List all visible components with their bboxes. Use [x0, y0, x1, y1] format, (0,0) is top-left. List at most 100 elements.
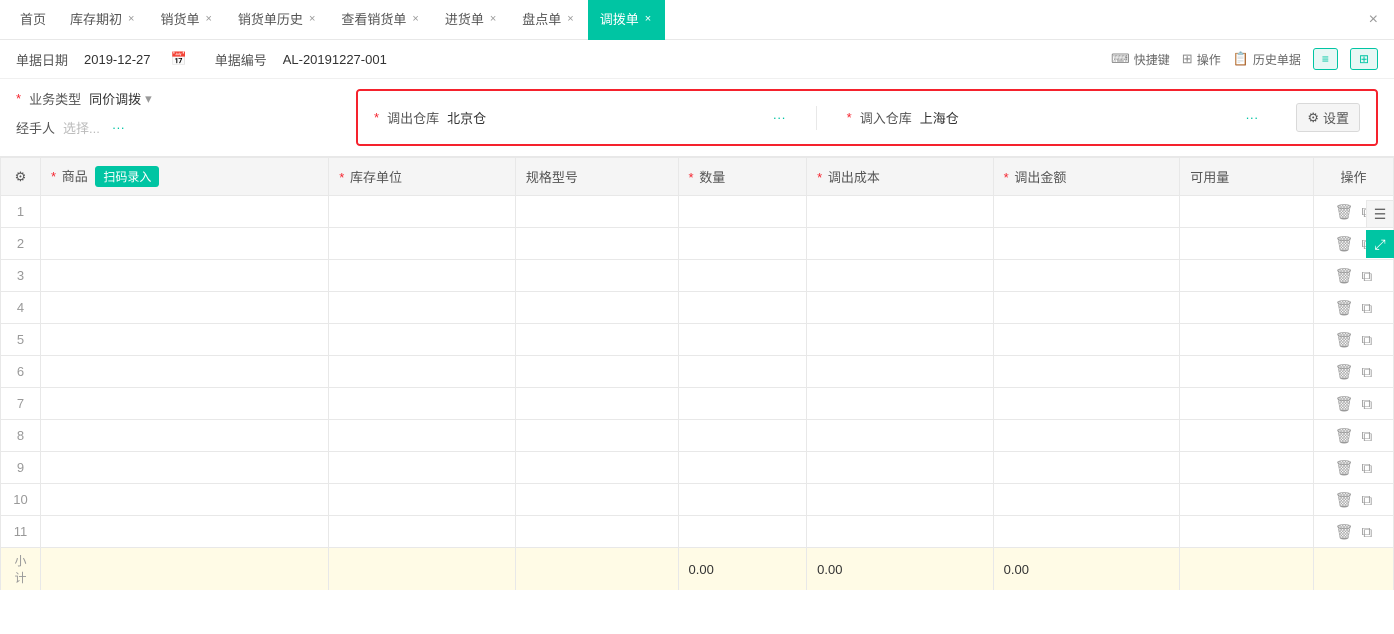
float-list-button[interactable]: ☰	[1366, 200, 1394, 228]
row-quantity-4[interactable]	[678, 292, 807, 324]
copy-icon-row-8[interactable]: ⧉	[1361, 428, 1372, 445]
row-unit-4[interactable]	[329, 292, 516, 324]
delete-icon-row-3[interactable]: 🗑	[1335, 268, 1354, 285]
row-spec-7[interactable]	[515, 388, 678, 420]
row-spec-8[interactable]	[515, 420, 678, 452]
row-available-3[interactable]	[1180, 260, 1314, 292]
tab-transfer-close[interactable]: ×	[643, 13, 653, 25]
delete-icon-row-7[interactable]: 🗑	[1335, 396, 1354, 413]
handler-more-button[interactable]: ···	[112, 120, 125, 135]
row-product-2[interactable]	[41, 228, 329, 260]
row-amount-9[interactable]	[993, 452, 1180, 484]
shortcut-button[interactable]: ⌨ 快捷键	[1111, 51, 1170, 68]
row-unit-3[interactable]	[329, 260, 516, 292]
tab-inventory-init-close[interactable]: ×	[126, 13, 136, 25]
row-product-5[interactable]	[41, 324, 329, 356]
delete-icon-row-5[interactable]: 🗑	[1335, 332, 1354, 349]
row-available-8[interactable]	[1180, 420, 1314, 452]
row-product-10[interactable]	[41, 484, 329, 516]
row-amount-11[interactable]	[993, 516, 1180, 548]
tab-transfer[interactable]: 调拨单 ×	[588, 0, 665, 40]
tab-view-sales-close[interactable]: ×	[410, 13, 420, 25]
row-amount-3[interactable]	[993, 260, 1180, 292]
row-unit-10[interactable]	[329, 484, 516, 516]
copy-icon-row-11[interactable]: ⧉	[1361, 524, 1372, 541]
row-available-11[interactable]	[1180, 516, 1314, 548]
row-product-4[interactable]	[41, 292, 329, 324]
row-cost-7[interactable]	[807, 388, 994, 420]
tab-sales-order[interactable]: 销货单 ×	[148, 0, 225, 40]
row-cost-1[interactable]	[807, 196, 994, 228]
row-product-6[interactable]	[41, 356, 329, 388]
copy-icon-row-4[interactable]: ⧉	[1361, 300, 1372, 317]
delete-icon-row-8[interactable]: 🗑	[1335, 428, 1354, 445]
row-amount-10[interactable]	[993, 484, 1180, 516]
row-cost-2[interactable]	[807, 228, 994, 260]
warehouse-out-more-button[interactable]: ···	[773, 110, 786, 125]
delete-icon-row-6[interactable]: 🗑	[1335, 364, 1354, 381]
row-unit-8[interactable]	[329, 420, 516, 452]
row-spec-2[interactable]	[515, 228, 678, 260]
layout-grid-button[interactable]: ⊞	[1350, 48, 1378, 70]
tab-sales-order-close[interactable]: ×	[203, 13, 213, 25]
row-available-7[interactable]	[1180, 388, 1314, 420]
delete-icon-row-10[interactable]: 🗑	[1335, 492, 1354, 509]
col-header-gear[interactable]: ⚙	[1, 158, 41, 196]
row-product-8[interactable]	[41, 420, 329, 452]
row-spec-9[interactable]	[515, 452, 678, 484]
row-spec-11[interactable]	[515, 516, 678, 548]
calendar-icon[interactable]: 📅	[171, 51, 187, 67]
copy-icon-row-3[interactable]: ⧉	[1361, 268, 1372, 285]
row-quantity-5[interactable]	[678, 324, 807, 356]
row-available-4[interactable]	[1180, 292, 1314, 324]
operations-button[interactable]: ⊞ 操作	[1182, 51, 1221, 68]
row-cost-4[interactable]	[807, 292, 994, 324]
row-cost-11[interactable]	[807, 516, 994, 548]
copy-icon-row-7[interactable]: ⧉	[1361, 396, 1372, 413]
delete-icon-row-2[interactable]: 🗑	[1335, 236, 1354, 253]
tab-purchase-order[interactable]: 进货单 ×	[433, 0, 510, 40]
row-unit-5[interactable]	[329, 324, 516, 356]
copy-icon-row-6[interactable]: ⧉	[1361, 364, 1372, 381]
handler-input[interactable]: 选择...	[63, 118, 100, 137]
row-cost-3[interactable]	[807, 260, 994, 292]
row-cost-8[interactable]	[807, 420, 994, 452]
row-spec-3[interactable]	[515, 260, 678, 292]
row-product-3[interactable]	[41, 260, 329, 292]
row-unit-11[interactable]	[329, 516, 516, 548]
row-available-9[interactable]	[1180, 452, 1314, 484]
row-unit-2[interactable]	[329, 228, 516, 260]
warehouse-in-value[interactable]: 上海仓	[920, 108, 959, 127]
tab-stocktake[interactable]: 盘点单 ×	[510, 0, 587, 40]
layout-list-button[interactable]: ≡	[1313, 48, 1338, 70]
row-spec-4[interactable]	[515, 292, 678, 324]
row-product-7[interactable]	[41, 388, 329, 420]
row-quantity-7[interactable]	[678, 388, 807, 420]
row-product-1[interactable]	[41, 196, 329, 228]
tab-view-sales[interactable]: 查看销货单 ×	[329, 0, 432, 40]
row-available-5[interactable]	[1180, 324, 1314, 356]
delete-icon-row-4[interactable]: 🗑	[1335, 300, 1354, 317]
row-spec-6[interactable]	[515, 356, 678, 388]
row-cost-6[interactable]	[807, 356, 994, 388]
delete-icon-row-11[interactable]: 🗑	[1335, 524, 1354, 541]
copy-icon-row-5[interactable]: ⧉	[1361, 332, 1372, 349]
row-unit-6[interactable]	[329, 356, 516, 388]
copy-icon-row-10[interactable]: ⧉	[1361, 492, 1372, 509]
row-unit-1[interactable]	[329, 196, 516, 228]
row-available-6[interactable]	[1180, 356, 1314, 388]
row-quantity-10[interactable]	[678, 484, 807, 516]
row-spec-5[interactable]	[515, 324, 678, 356]
row-quantity-9[interactable]	[678, 452, 807, 484]
warehouse-out-value[interactable]: 北京仓	[447, 108, 486, 127]
warehouse-in-more-button[interactable]: ···	[1245, 110, 1258, 125]
tab-home[interactable]: 首页	[8, 0, 58, 40]
row-quantity-2[interactable]	[678, 228, 807, 260]
row-available-10[interactable]	[1180, 484, 1314, 516]
scan-button[interactable]: 扫码录入	[95, 166, 159, 187]
row-quantity-8[interactable]	[678, 420, 807, 452]
row-available-1[interactable]	[1180, 196, 1314, 228]
row-amount-6[interactable]	[993, 356, 1180, 388]
tab-stocktake-close[interactable]: ×	[565, 13, 575, 25]
tab-sales-history[interactable]: 销货单历史 ×	[226, 0, 329, 40]
